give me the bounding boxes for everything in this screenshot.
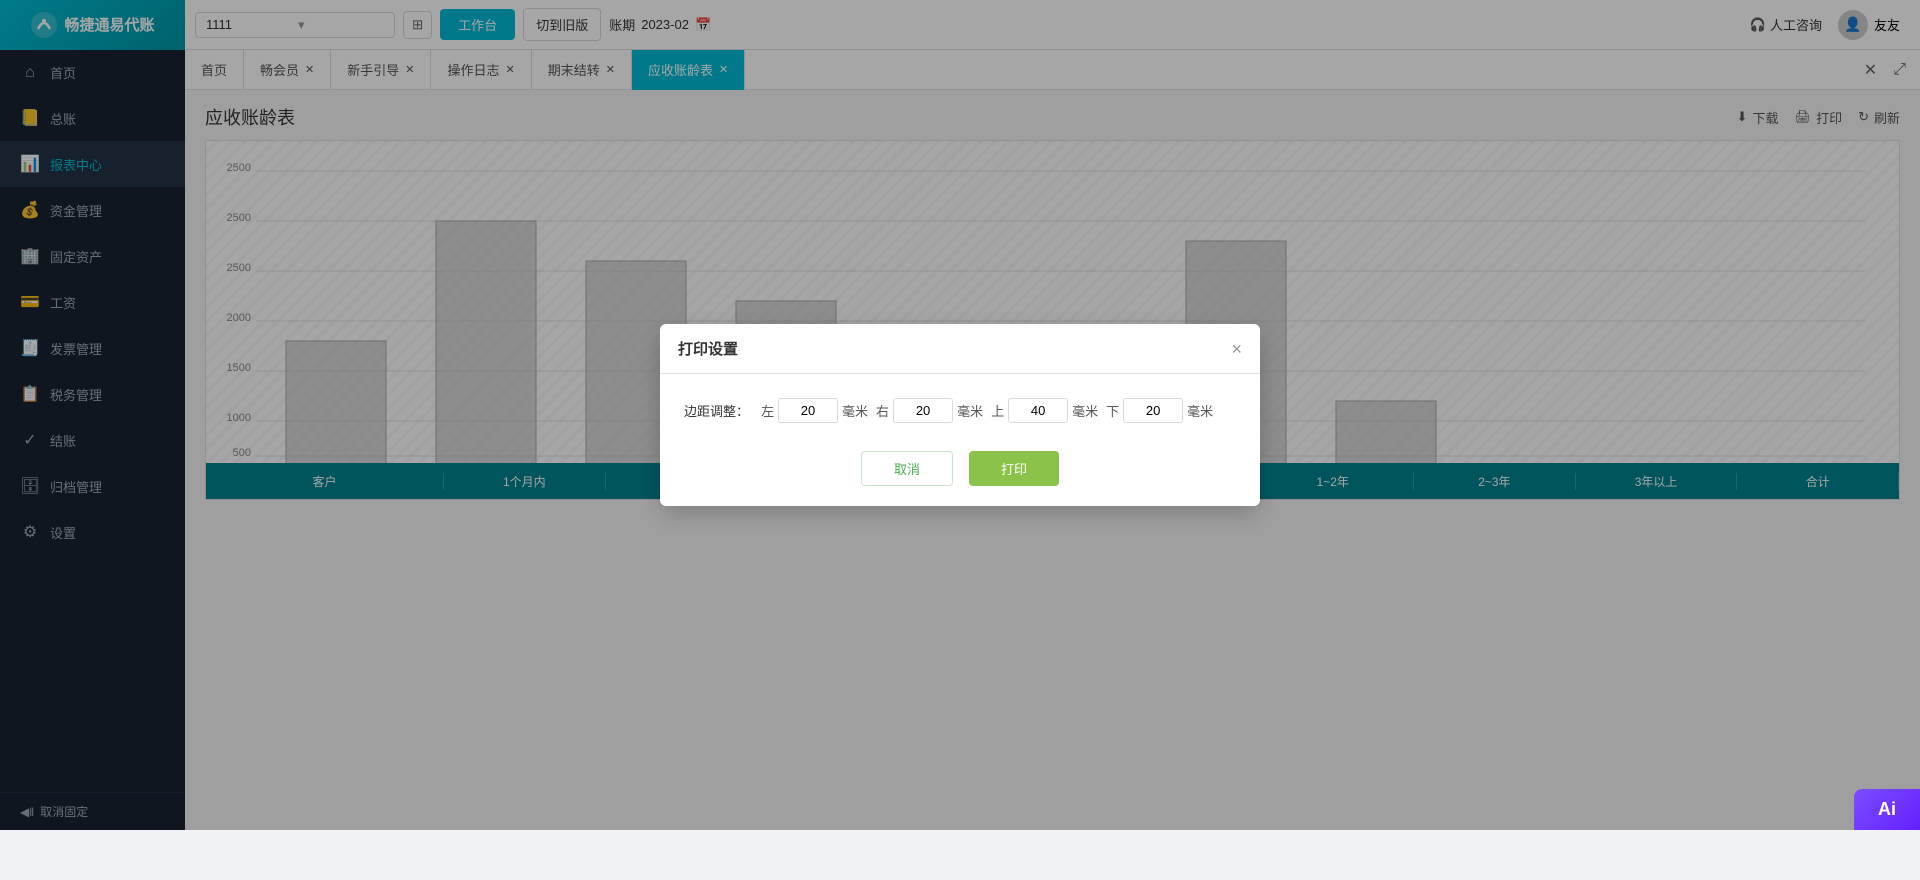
- margin-right-group: 右 毫米: [876, 398, 983, 423]
- unit-label-bottom: 毫米: [1187, 401, 1213, 420]
- unit-label-top: 毫米: [1072, 401, 1098, 420]
- modal-header: 打印设置 ×: [660, 324, 1260, 374]
- right-input[interactable]: [893, 398, 953, 423]
- modal-body: 边距调整： 左 毫米 右 毫米 上 毫米 下: [660, 374, 1260, 439]
- left-label: 左: [761, 401, 774, 420]
- cancel-button[interactable]: 取消: [861, 451, 953, 486]
- top-input[interactable]: [1008, 398, 1068, 423]
- modal-footer: 取消 打印: [660, 439, 1260, 506]
- ai-label: Ai: [1878, 799, 1896, 819]
- margin-left-group: 左 毫米: [761, 398, 868, 423]
- margin-bottom-group: 下 毫米: [1106, 398, 1213, 423]
- left-input[interactable]: [778, 398, 838, 423]
- modal-title: 打印设置: [678, 338, 738, 359]
- modal-overlay[interactable]: 打印设置 × 边距调整： 左 毫米 右 毫米 上 毫米: [0, 0, 1920, 830]
- right-label: 右: [876, 401, 889, 420]
- margin-row: 边距调整： 左 毫米 右 毫米 上 毫米 下: [684, 398, 1236, 423]
- modal-print-button[interactable]: 打印: [969, 451, 1059, 486]
- bottom-label: 下: [1106, 401, 1119, 420]
- margin-top-group: 上 毫米: [991, 398, 1098, 423]
- modal-close-button[interactable]: ×: [1231, 340, 1242, 358]
- ai-badge[interactable]: Ai: [1854, 789, 1920, 830]
- bottom-input[interactable]: [1123, 398, 1183, 423]
- unit-label-left: 毫米: [842, 401, 868, 420]
- unit-label-right: 毫米: [957, 401, 983, 420]
- margin-label: 边距调整：: [684, 401, 749, 420]
- top-label: 上: [991, 401, 1004, 420]
- print-settings-modal: 打印设置 × 边距调整： 左 毫米 右 毫米 上 毫米: [660, 324, 1260, 506]
